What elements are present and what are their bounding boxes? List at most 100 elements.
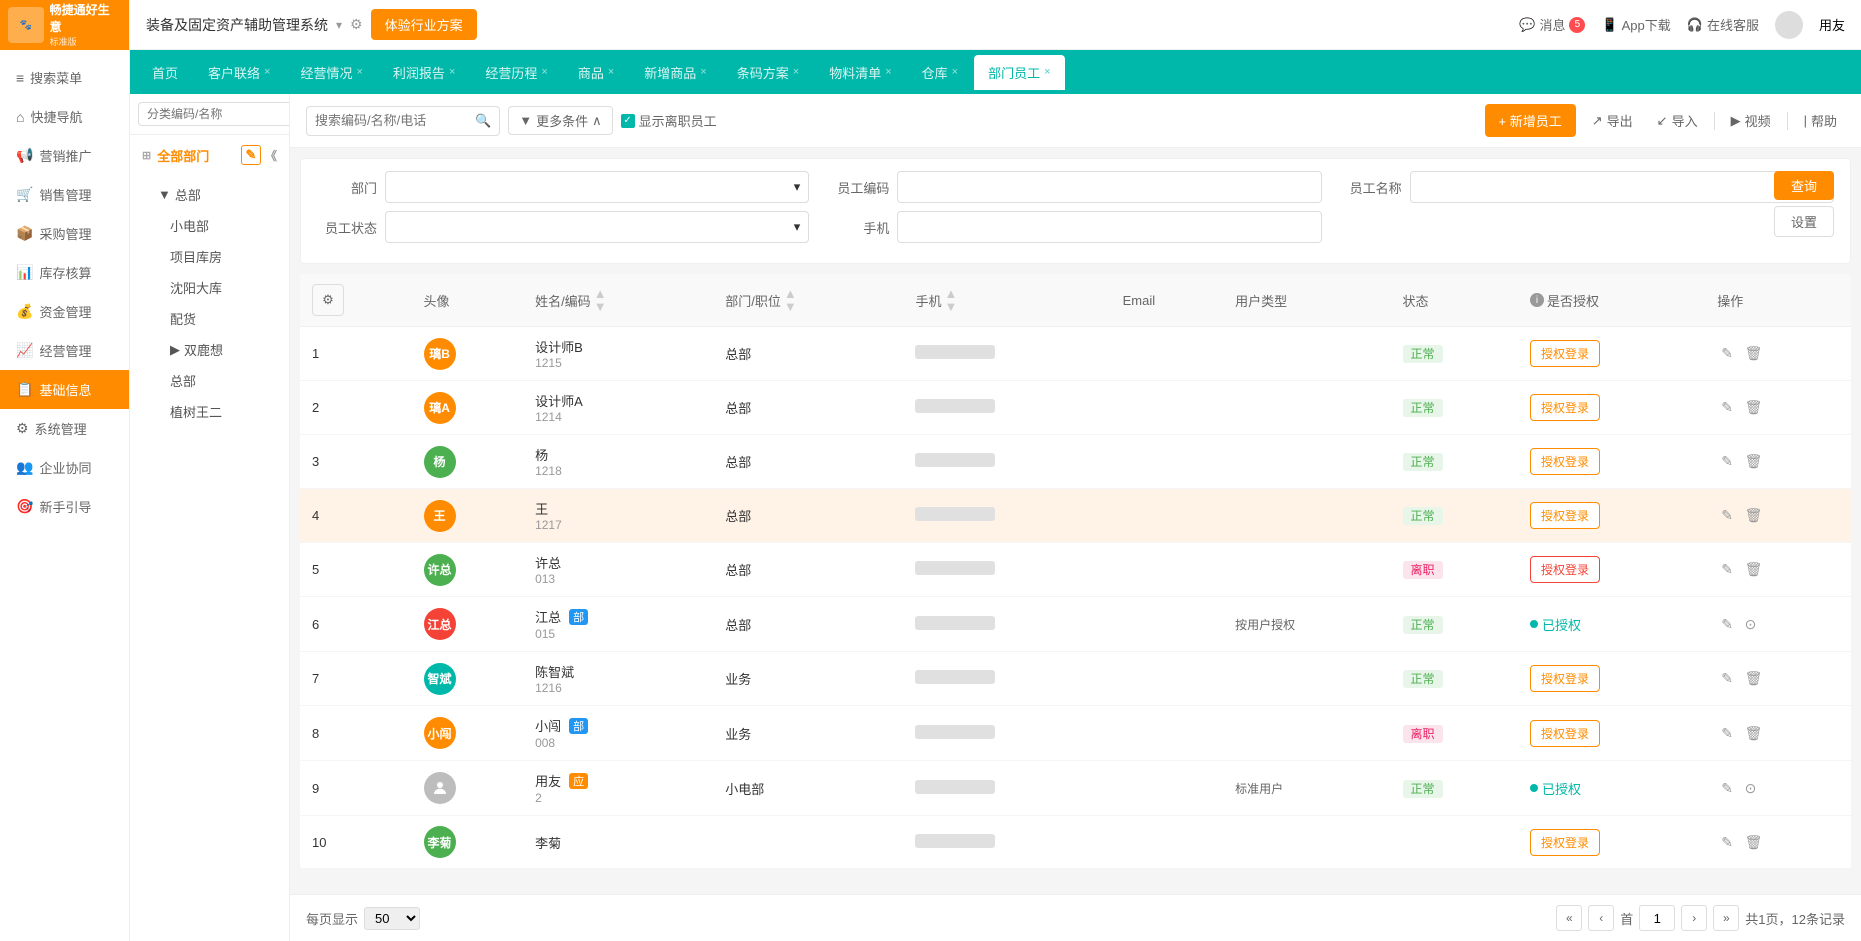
auth-button[interactable]: 授权登录 <box>1530 502 1600 529</box>
tab-warehouse[interactable]: 仓库 × <box>908 55 972 90</box>
edit-button[interactable]: ✎ <box>1717 832 1737 852</box>
dept-tree-item-distribution[interactable]: 配货 <box>130 303 289 334</box>
sidebar-item-basic-info[interactable]: 📋 基础信息 <box>0 370 129 409</box>
copy-button[interactable]: ⊙ <box>1741 614 1761 634</box>
edit-button[interactable]: ✎ <box>1717 723 1737 743</box>
tab-history[interactable]: 经营历程 × <box>471 55 561 90</box>
query-button[interactable]: 查询 <box>1774 171 1834 200</box>
user-avatar[interactable] <box>1775 11 1803 39</box>
message-button[interactable]: 💬 消息 5 <box>1519 15 1585 34</box>
auth-button[interactable]: 授权登录 <box>1530 340 1600 367</box>
last-page-button[interactable]: » <box>1713 905 1739 931</box>
sidebar-item-guide[interactable]: 🎯 新手引导 <box>0 487 129 526</box>
tab-customer[interactable]: 客户联络 × <box>194 55 284 90</box>
delete-button[interactable]: 🗑 <box>1741 451 1767 471</box>
collapse-icon[interactable]: 《 <box>265 147 277 164</box>
service-button[interactable]: 🎧 在线客服 <box>1687 15 1759 34</box>
auth-button[interactable]: 授权登录 <box>1530 394 1600 421</box>
trial-button[interactable]: 体验行业方案 <box>371 9 477 40</box>
dept-edit-button[interactable]: ✎ <box>241 145 261 165</box>
export-button[interactable]: ↗ 导出 <box>1584 107 1641 134</box>
tab-home[interactable]: 首页 <box>138 55 192 90</box>
tab-barcode[interactable]: 条码方案 × <box>723 55 813 90</box>
edit-button[interactable]: ✎ <box>1717 614 1737 634</box>
current-page-input[interactable] <box>1639 905 1675 931</box>
app-download-button[interactable]: 📱 App下载 <box>1601 15 1670 34</box>
edit-button[interactable]: ✎ <box>1717 505 1737 525</box>
dept-tree-item-dual-deer[interactable]: ▶ 双鹿想 <box>130 334 289 365</box>
tab-close-icon[interactable]: × <box>700 66 706 78</box>
dept-tree-item-shenyang[interactable]: 沈阳大库 <box>130 272 289 303</box>
edit-button[interactable]: ✎ <box>1717 559 1737 579</box>
edit-button[interactable]: ✎ <box>1717 668 1737 688</box>
auth-button[interactable]: 授权登录 <box>1530 829 1600 856</box>
auth-button[interactable]: 授权登录 <box>1530 448 1600 475</box>
sidebar-item-purchase[interactable]: 📦 采购管理 <box>0 214 129 253</box>
sidebar-item-operations[interactable]: 📈 经营管理 <box>0 331 129 370</box>
sidebar-item-marketing[interactable]: 📢 营销推广 <box>0 136 129 175</box>
tab-close-icon[interactable]: × <box>608 66 614 78</box>
dept-tree-item-headquarters[interactable]: 总部 <box>130 365 289 396</box>
employee-search-input[interactable] <box>315 113 475 128</box>
emp-name-input[interactable] <box>1410 171 1834 203</box>
delete-button[interactable]: 🗑 <box>1741 668 1767 688</box>
phone-input[interactable] <box>897 211 1321 243</box>
tab-close-icon[interactable]: × <box>541 66 547 78</box>
edit-button[interactable]: ✎ <box>1717 343 1737 363</box>
delete-button[interactable]: 🗑 <box>1741 559 1767 579</box>
tab-close-icon[interactable]: × <box>1044 66 1050 78</box>
dept-filter-select[interactable]: ▾ <box>385 171 809 203</box>
tab-close-icon[interactable]: × <box>952 66 958 78</box>
column-settings-button[interactable]: ⚙ <box>312 284 344 316</box>
dept-search-input[interactable] <box>138 102 290 126</box>
edit-button[interactable]: ✎ <box>1717 451 1737 471</box>
auth-button[interactable]: 授权登录 <box>1530 556 1600 583</box>
sidebar-item-finance[interactable]: 💰 资金管理 <box>0 292 129 331</box>
more-filter-button[interactable]: ▼ 更多条件 ∧ <box>508 106 612 135</box>
tab-bom[interactable]: 物料清单 × <box>815 55 905 90</box>
reset-button[interactable]: 设置 <box>1774 206 1834 237</box>
tab-close-icon[interactable]: × <box>885 66 891 78</box>
next-page-button[interactable]: › <box>1681 905 1707 931</box>
prev-page-button[interactable]: ‹ <box>1588 905 1614 931</box>
sidebar-item-inventory[interactable]: 📊 库存核算 <box>0 253 129 292</box>
video-button[interactable]: ▶ 视频 <box>1723 107 1779 134</box>
tab-close-icon[interactable]: × <box>449 66 455 78</box>
sidebar-item-quick-nav[interactable]: ⌂ 快捷导航 <box>0 97 129 136</box>
tab-add-goods[interactable]: 新增商品 × <box>630 55 720 90</box>
sidebar-item-search[interactable]: ≡ 搜索菜单 <box>0 58 129 97</box>
tab-goods[interactable]: 商品 × <box>564 55 628 90</box>
tab-profit[interactable]: 利润报告 × <box>379 55 469 90</box>
dept-tree-item-headquarters-parent[interactable]: ▼ 总部 <box>130 179 289 210</box>
auth-button[interactable]: 授权登录 <box>1530 665 1600 692</box>
delete-button[interactable]: 🗑 <box>1741 832 1767 852</box>
dept-tree-item-planting-king[interactable]: 植树王二 <box>130 396 289 427</box>
page-size-select[interactable]: 50 100 200 <box>364 907 420 930</box>
delete-button[interactable]: 🗑 <box>1741 723 1767 743</box>
help-button[interactable]: | 帮助 <box>1796 107 1845 134</box>
copy-button[interactable]: ⊙ <box>1741 778 1761 798</box>
sidebar-item-enterprise[interactable]: 👥 企业协同 <box>0 448 129 487</box>
col-name-sort[interactable]: 姓名/编码 ▲▼ <box>535 287 701 313</box>
tab-department[interactable]: 部门员工 × <box>974 55 1064 90</box>
col-dept-sort[interactable]: 部门/职位 ▲▼ <box>725 287 891 313</box>
delete-button[interactable]: 🗑 <box>1741 505 1767 525</box>
tab-close-icon[interactable]: × <box>264 66 270 78</box>
sidebar-item-sales[interactable]: 🛒 销售管理 <box>0 175 129 214</box>
dept-tree-item-small-elec[interactable]: 小电部 <box>130 210 289 241</box>
import-button[interactable]: ↙ 导入 <box>1649 107 1706 134</box>
emp-code-input[interactable] <box>897 171 1321 203</box>
show-resigned-checkbox[interactable]: ✓ 显示离职员工 <box>621 111 717 130</box>
edit-button[interactable]: ✎ <box>1717 778 1737 798</box>
tab-close-icon[interactable]: × <box>793 66 799 78</box>
topbar-gear-icon[interactable]: ⚙ <box>350 16 363 33</box>
first-page-button[interactable]: « <box>1556 905 1582 931</box>
add-employee-button[interactable]: + 新增员工 <box>1485 104 1576 137</box>
delete-button[interactable]: 🗑 <box>1741 397 1767 417</box>
sidebar-item-system[interactable]: ⚙ 系统管理 <box>0 409 129 448</box>
tab-close-icon[interactable]: × <box>356 66 362 78</box>
tab-operations[interactable]: 经营情况 × <box>286 55 376 90</box>
emp-status-select[interactable]: ▾ <box>385 211 809 243</box>
delete-button[interactable]: 🗑 <box>1741 343 1767 363</box>
edit-button[interactable]: ✎ <box>1717 397 1737 417</box>
